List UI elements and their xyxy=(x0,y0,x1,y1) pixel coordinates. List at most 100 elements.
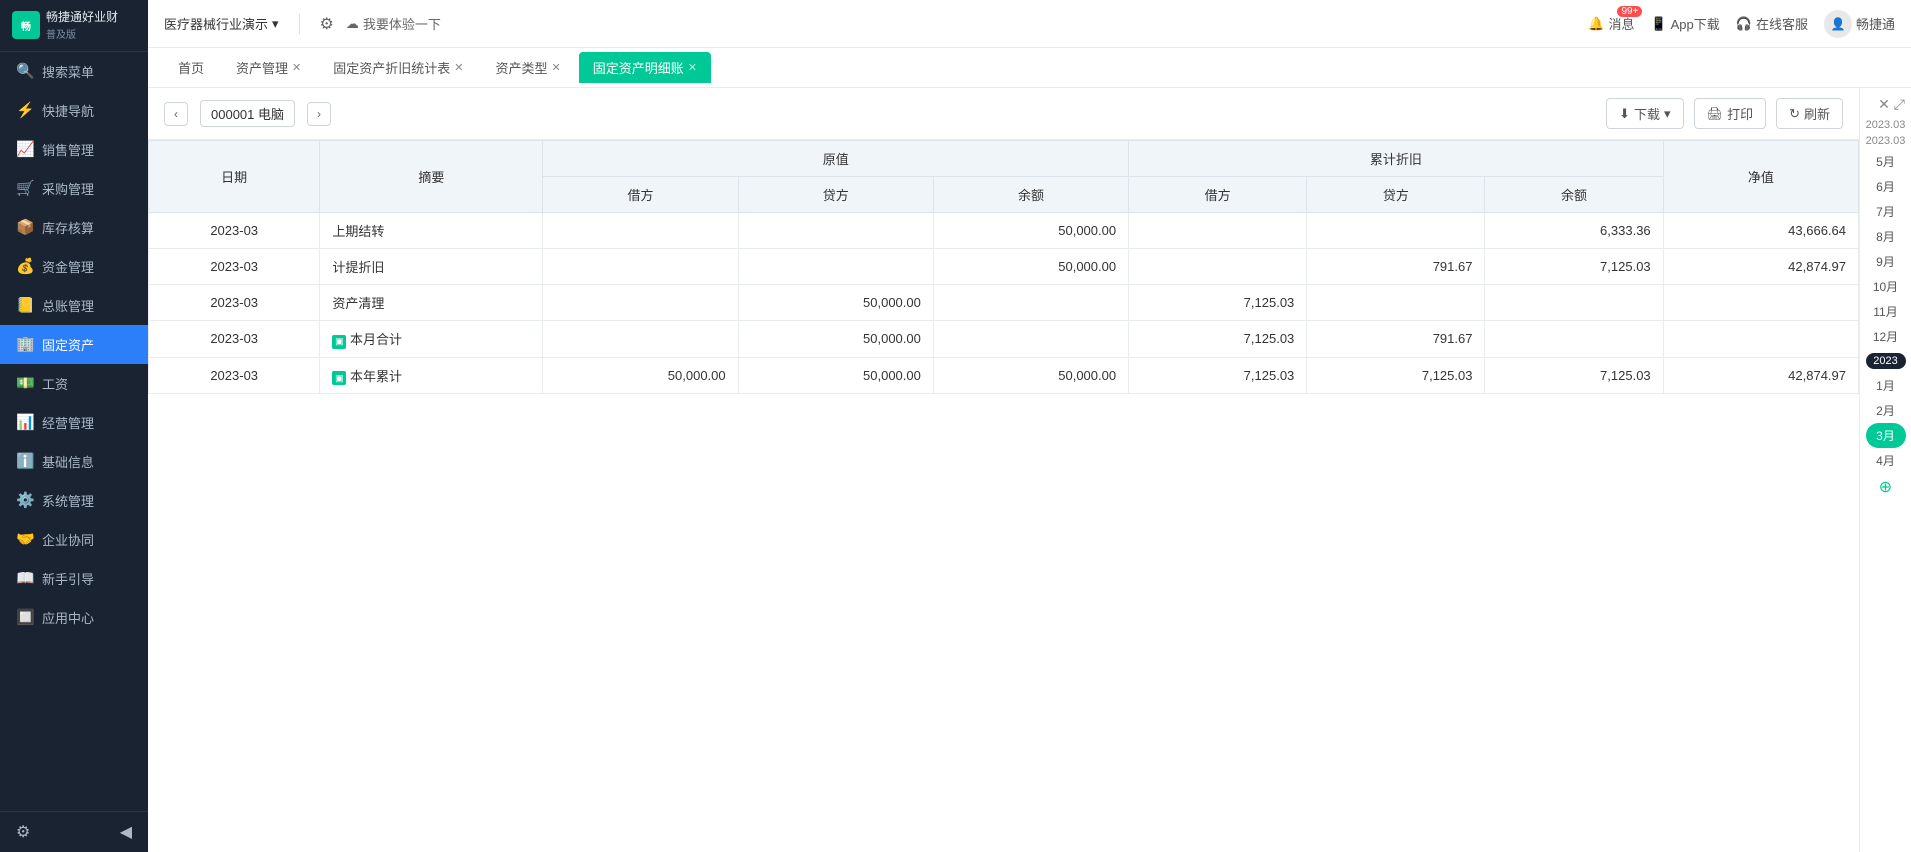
ledger-icon: 📒 xyxy=(16,296,34,314)
row-dep-credit: 791.67 xyxy=(1307,321,1485,358)
row-date: 2023-03 xyxy=(149,249,320,285)
print-button[interactable]: 🖨 打印 xyxy=(1694,98,1767,129)
download-dropdown-icon: ▾ xyxy=(1664,106,1671,122)
month-item[interactable]: 9月 xyxy=(1866,249,1906,274)
col-header-orig-balance: 余额 xyxy=(933,177,1128,213)
app-download-button[interactable]: 📱 App下载 xyxy=(1650,14,1719,33)
sidebar-item-operations[interactable]: 📊 经营管理 xyxy=(0,403,148,442)
month-item[interactable]: 12月 xyxy=(1866,324,1906,349)
sidebar-item-ledger[interactable]: 📒 总账管理 xyxy=(0,286,148,325)
collapse-icon[interactable]: ◀ xyxy=(120,822,132,842)
sidebar-item-enterprise[interactable]: 🤝 企业协同 xyxy=(0,520,148,559)
col-header-summary: 摘要 xyxy=(320,141,543,213)
panel-expand-icon[interactable]: ⤢ xyxy=(1894,96,1905,113)
month-item[interactable]: 4月 xyxy=(1866,448,1906,473)
refresh-button[interactable]: ↻ 刷新 xyxy=(1776,98,1843,129)
prev-asset-button[interactable]: ‹ xyxy=(164,102,188,126)
topbar-settings-icon[interactable]: ⚙ xyxy=(320,14,334,34)
row-dep-debit xyxy=(1129,249,1307,285)
row-date: 2023-03 xyxy=(149,321,320,358)
table-row: 2023-03 上期结转 50,000.00 6,333.36 43,666.6… xyxy=(149,213,1859,249)
row-dep-balance xyxy=(1485,321,1663,358)
sidebar-item-sales[interactable]: 📈 销售管理 xyxy=(0,130,148,169)
bell-icon: 🔔 xyxy=(1588,16,1604,32)
month-item[interactable]: 7月 xyxy=(1866,199,1906,224)
right-panel: ✕ ⤢ 2023.03 2023.03 5月6月7月8月9月10月11月12月 … xyxy=(1859,88,1911,852)
month-item[interactable]: 1月 xyxy=(1866,373,1906,398)
row-orig-balance xyxy=(933,285,1128,321)
tab-depreciation-stat-close[interactable]: ✕ xyxy=(454,61,463,74)
row-net-value xyxy=(1663,285,1858,321)
month-item[interactable]: 2月 xyxy=(1866,398,1906,423)
print-icon: 🖨 xyxy=(1707,106,1724,122)
table-row: 2023-03 ▣ 本月合计 50,000.00 7,125.03 791.67 xyxy=(149,321,1859,358)
row-net-value: 42,874.97 xyxy=(1663,249,1858,285)
sidebar-item-sys-mgmt[interactable]: ⚙️ 系统管理 xyxy=(0,481,148,520)
table-row: 2023-03 计提折旧 50,000.00 791.67 7,125.03 4… xyxy=(149,249,1859,285)
col-header-orig-debit: 借方 xyxy=(543,177,738,213)
tab-home[interactable]: 首页 xyxy=(164,52,218,83)
settings-bottom-icon[interactable]: ⚙ xyxy=(16,822,30,842)
tab-asset-mgmt[interactable]: 资产管理 ✕ xyxy=(222,52,315,83)
row-orig-balance: 50,000.00 xyxy=(933,357,1128,394)
sidebar-item-fixed-assets[interactable]: 🏢 固定资产 xyxy=(0,325,148,364)
row-orig-debit xyxy=(543,213,738,249)
row-date: 2023-03 xyxy=(149,285,320,321)
row-net-value xyxy=(1663,321,1858,358)
asset-toolbar: ‹ 000001 电脑 › ⬇ 下载 ▾ 🖨 打印 ↻ 刷新 xyxy=(148,88,1859,140)
download-button[interactable]: ⬇ 下载 ▾ xyxy=(1606,98,1683,129)
capital-icon: 💰 xyxy=(16,257,34,275)
month-item[interactable]: 6月 xyxy=(1866,174,1906,199)
month-item[interactable]: 5月 xyxy=(1866,149,1906,174)
month-item[interactable]: 11月 xyxy=(1866,299,1906,324)
sidebar-item-inventory[interactable]: 📦 库存核算 xyxy=(0,208,148,247)
table-area: ‹ 000001 电脑 › ⬇ 下载 ▾ 🖨 打印 ↻ 刷新 xyxy=(148,88,1859,852)
panel-nav-down-icon[interactable]: ⊕ xyxy=(1879,477,1892,497)
notifications-button[interactable]: 🔔 消息 99+ xyxy=(1588,14,1634,33)
row-orig-credit xyxy=(738,249,933,285)
tab-asset-type[interactable]: 资产类型 ✕ xyxy=(481,52,574,83)
sidebar-item-payroll[interactable]: 💵 工资 xyxy=(0,364,148,403)
next-asset-button[interactable]: › xyxy=(307,102,331,126)
customer-service-button[interactable]: 🎧 在线客服 xyxy=(1736,14,1808,33)
month-item[interactable]: 8月 xyxy=(1866,224,1906,249)
row-summary: ▣ 本月合计 xyxy=(320,321,543,358)
row-dep-debit: 7,125.03 xyxy=(1129,357,1307,394)
payroll-icon: 💵 xyxy=(16,374,34,392)
row-dep-credit: 7,125.03 xyxy=(1307,357,1485,394)
row-dep-debit xyxy=(1129,213,1307,249)
user-avatar[interactable]: 👤 畅捷通 xyxy=(1824,10,1895,38)
sidebar-item-purchase[interactable]: 🛒 采购管理 xyxy=(0,169,148,208)
col-header-original-value: 原值 xyxy=(543,141,1129,177)
main-content: 医疗器械行业演示 ▾ ⚙ ☁ 我要体验一下 🔔 消息 99+ 📱 App下载 🎧… xyxy=(148,0,1911,852)
year-tag: 2023 xyxy=(1866,353,1906,369)
months-after-list: 1月2月3月4月 xyxy=(1866,373,1906,473)
col-header-orig-credit: 贷方 xyxy=(738,177,933,213)
tab-asset-detail[interactable]: 固定资产明细账 ✕ xyxy=(579,52,711,83)
purchase-icon: 🛒 xyxy=(16,179,34,197)
sidebar: 畅 畅捷通好业财 普及版 🔍 搜索菜单 ⚡ 快捷导航 📈 销售管理 🛒 采购管理… xyxy=(0,0,148,852)
experience-button[interactable]: ☁ 我要体验一下 xyxy=(346,14,441,33)
refresh-icon: ↻ xyxy=(1789,106,1800,122)
tab-asset-type-close[interactable]: ✕ xyxy=(552,61,561,74)
row-summary: ▣ 本年累计 xyxy=(320,357,543,394)
sidebar-item-search[interactable]: 🔍 搜索菜单 xyxy=(0,52,148,91)
tab-depreciation-stat[interactable]: 固定资产折旧统计表 ✕ xyxy=(319,52,477,83)
sidebar-item-app-center[interactable]: 🔲 应用中心 xyxy=(0,598,148,637)
sidebar-item-capital[interactable]: 💰 资金管理 xyxy=(0,247,148,286)
sidebar-item-guide[interactable]: 📖 新手引导 xyxy=(0,559,148,598)
sidebar-item-basic-info[interactable]: ℹ️ 基础信息 xyxy=(0,442,148,481)
panel-controls: ✕ ⤢ xyxy=(1860,92,1911,117)
tab-asset-detail-close[interactable]: ✕ xyxy=(688,61,697,74)
topbar: 医疗器械行业演示 ▾ ⚙ ☁ 我要体验一下 🔔 消息 99+ 📱 App下载 🎧… xyxy=(148,0,1911,48)
month-item[interactable]: 3月 xyxy=(1866,423,1906,448)
panel-close-icon[interactable]: ✕ xyxy=(1878,96,1890,113)
tab-asset-mgmt-close[interactable]: ✕ xyxy=(292,61,301,74)
app-center-icon: 🔲 xyxy=(16,608,34,626)
quick-nav-icon: ⚡ xyxy=(16,101,34,119)
company-selector[interactable]: 医疗器械行业演示 ▾ xyxy=(164,14,279,33)
month-item[interactable]: 10月 xyxy=(1866,274,1906,299)
row-orig-balance: 50,000.00 xyxy=(933,213,1128,249)
row-orig-debit xyxy=(543,321,738,358)
sidebar-item-quick-nav[interactable]: ⚡ 快捷导航 xyxy=(0,91,148,130)
